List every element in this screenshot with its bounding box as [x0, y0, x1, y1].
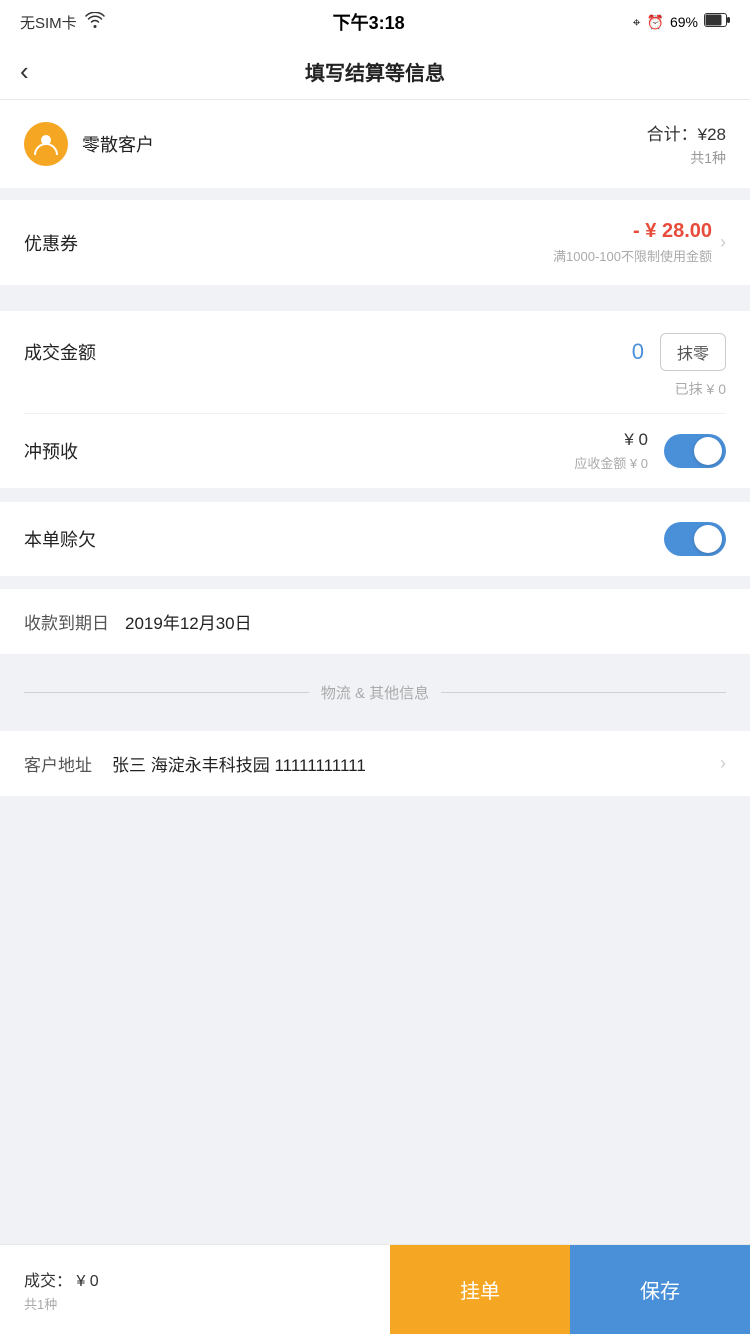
bottom-bar: 成交： ¥ 0 共1种 挂单 保存 — [0, 1244, 750, 1334]
logistics-header: 物流 & 其他信息 — [0, 668, 750, 717]
page-title: 填写结算等信息 — [305, 57, 445, 86]
status-left: 无SIM卡 — [20, 12, 105, 33]
coupon-row[interactable]: 优惠券 - ¥ 28.00 满1000-100不限制使用金额 › — [0, 200, 750, 285]
customer-count: 共1种 — [647, 148, 726, 168]
header-line-left — [24, 692, 309, 693]
debt-label: 本单赊欠 — [24, 526, 96, 552]
customer-total: 合计：¥28 — [647, 120, 726, 145]
toggle-knob — [694, 437, 722, 465]
battery-icon — [704, 13, 730, 31]
due-date-row: 收款到期日 2019年12月30日 — [0, 588, 750, 654]
precollect-sub-amount: 应收金额 ¥ 0 — [574, 453, 648, 472]
coupon-label: 优惠券 — [24, 230, 78, 256]
logistics-label: 物流 & 其他信息 — [321, 682, 429, 703]
nav-bar: ‹ 填写结算等信息 — [0, 44, 750, 100]
debt-toggle[interactable] — [664, 522, 726, 556]
wifi-icon — [85, 12, 105, 32]
status-time: 下午3:18 — [333, 9, 405, 35]
customer-section: 零散客户 合计：¥28 共1种 — [0, 100, 750, 188]
alarm-icon: ⏰ — [647, 14, 664, 31]
debt-section: 本单赊欠 — [0, 502, 750, 576]
amount-section: 成交金额 抹零 已抹 ¥ 0 冲预收 ¥ 0 应收金额 ¥ 0 — [0, 311, 750, 488]
location-icon: ⌖ — [633, 14, 641, 31]
coupon-amount: - ¥ 28.00 — [553, 220, 712, 243]
back-button[interactable]: ‹ — [20, 56, 29, 87]
customer-row: 零散客户 合计：¥28 共1种 — [0, 100, 750, 188]
customer-name: 零散客户 — [82, 131, 154, 157]
precollect-toggle[interactable] — [664, 434, 726, 468]
battery-percent: 69% — [670, 14, 698, 30]
logistics-header-inner: 物流 & 其他信息 — [24, 682, 726, 703]
customer-right: 合计：¥28 共1种 — [647, 120, 726, 168]
amount-row: 成交金额 抹零 — [0, 311, 750, 379]
coupon-desc: 满1000-100不限制使用金额 — [553, 246, 712, 265]
bottom-transaction: 成交： ¥ 0 — [24, 1267, 366, 1291]
section-separator-1 — [0, 297, 750, 311]
header-line-right — [441, 692, 726, 693]
bottom-info: 成交： ¥ 0 共1种 — [0, 1245, 390, 1334]
address-label: 客户地址 — [24, 751, 92, 776]
due-date-label: 收款到期日 — [24, 609, 109, 634]
precollect-amounts: ¥ 0 应收金额 ¥ 0 — [574, 430, 648, 472]
save-button[interactable]: 保存 — [570, 1245, 750, 1334]
amount-label: 成交金额 — [24, 339, 96, 365]
round-zero-button[interactable]: 抹零 — [660, 333, 726, 371]
section-separator-3 — [0, 654, 750, 668]
amount-input[interactable] — [584, 339, 644, 365]
amount-right: 抹零 — [584, 333, 726, 371]
coupon-value: - ¥ 28.00 满1000-100不限制使用金额 — [553, 220, 712, 265]
status-bar: 无SIM卡 下午3:18 ⌖ ⏰ 69% — [0, 0, 750, 44]
precollect-main-amount: ¥ 0 — [574, 430, 648, 450]
status-right: ⌖ ⏰ 69% — [633, 13, 730, 31]
coupon-section: 优惠券 - ¥ 28.00 满1000-100不限制使用金额 › — [0, 200, 750, 285]
avatar — [24, 122, 68, 166]
bottom-count: 共1种 — [24, 1294, 366, 1313]
no-sim-text: 无SIM卡 — [20, 12, 77, 33]
precollect-label: 冲预收 — [24, 438, 78, 464]
main-content: 零散客户 合计：¥28 共1种 优惠券 - ¥ 28.00 满1000-100不… — [0, 100, 750, 908]
customer-left: 零散客户 — [24, 122, 154, 166]
precollect-row: 冲预收 ¥ 0 应收金额 ¥ 0 — [0, 414, 750, 488]
hold-button[interactable]: 挂单 — [390, 1245, 570, 1334]
precollect-right: ¥ 0 应收金额 ¥ 0 — [574, 430, 726, 472]
address-value: 张三 海淀永丰科技园 11111111111 — [112, 751, 720, 776]
debt-toggle-knob — [694, 525, 722, 553]
due-date-value: 2019年12月30日 — [125, 609, 252, 634]
section-separator-2 — [0, 488, 750, 502]
address-chevron-icon: › — [720, 753, 726, 774]
coupon-right: - ¥ 28.00 满1000-100不限制使用金额 › — [553, 220, 726, 265]
chevron-right-icon: › — [720, 232, 726, 253]
section-separator-4 — [0, 717, 750, 731]
address-row[interactable]: 客户地址 张三 海淀永丰科技园 11111111111 › — [0, 731, 750, 796]
already-rounded: 已抹 ¥ 0 — [0, 379, 750, 413]
